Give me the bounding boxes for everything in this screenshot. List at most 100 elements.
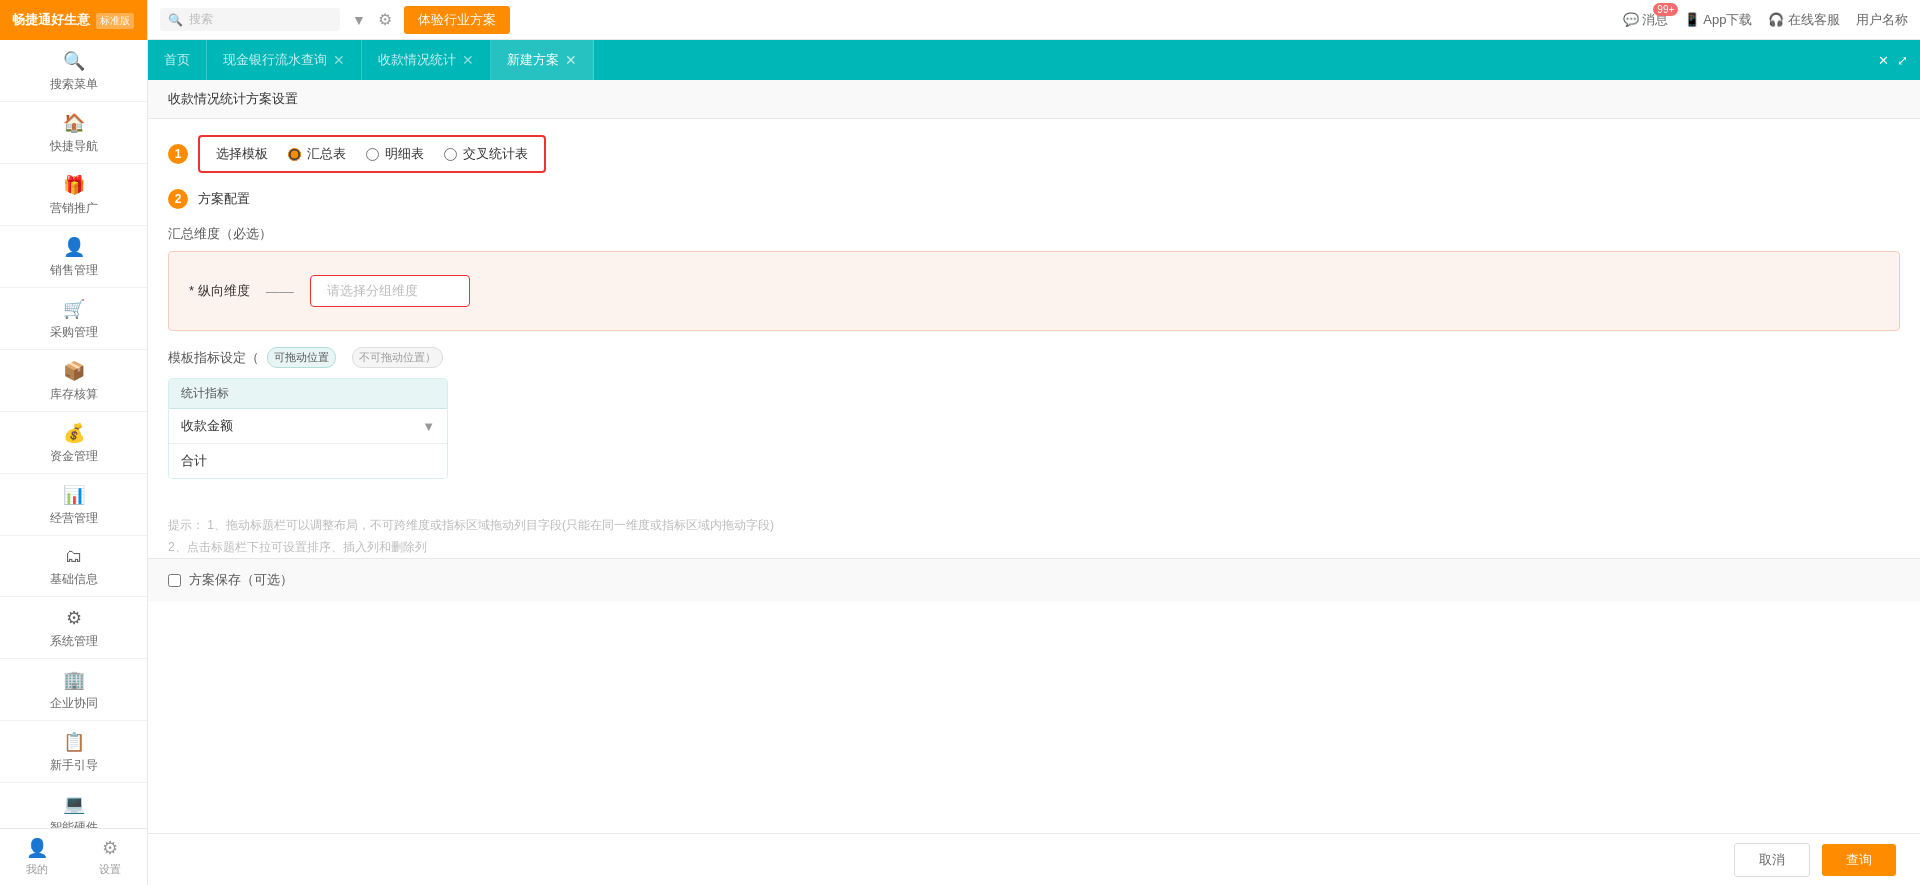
footer-actions: 取消 查询 [148,833,1920,885]
operations-label: 经营管理 [50,510,98,527]
notification-badge[interactable]: 💬 消息 99+ [1623,11,1669,29]
quick-nav-icon: 🏠 [63,112,85,134]
sidebar-item-operations[interactable]: 📊 经营管理 [0,474,147,536]
marketing-icon: 🎁 [63,174,85,196]
trial-button[interactable]: 体验行业方案 [404,6,510,34]
dim-select-box[interactable]: 请选择分组维度 [310,275,470,307]
sidebar-item-inventory[interactable]: 📦 库存核算 [0,350,147,412]
tip2: 2、点击标题栏下拉可设置排序、插入列和删除列 [168,537,1900,559]
metrics-row2-text: 合计 [181,453,207,468]
metrics-row1: 收款金额 ▼ [169,409,447,444]
system-label: 系统管理 [50,633,98,650]
tab-collection-stats-close[interactable]: ✕ [462,52,474,68]
inventory-label: 库存核算 [50,386,98,403]
sidebar-item-enterprise[interactable]: 🏢 企业协同 [0,659,147,721]
edition-badge: 标准版 [96,13,134,29]
sidebar-item-basic[interactable]: 🗂 基础信息 [0,536,147,597]
tab-new-plan-label: 新建方案 [507,51,559,69]
radio-summary-label[interactable]: 汇总表 [307,145,346,163]
config-section: 汇总维度（必选） * 纵向维度 —— 请选择分组维度 模板指标设定（ 可拖动 [168,225,1900,479]
dimension-section-label: 汇总维度（必选） [168,225,1900,243]
metrics-hint-row: 模板指标设定（ 可拖动位置 不可拖动位置） [168,347,1900,368]
newbie-label: 新手引导 [50,757,98,774]
settings-icon[interactable]: ⚙ [378,10,392,29]
hardware-label: 智能硬件 [50,819,98,828]
radio-cross: 交叉统计表 [444,145,528,163]
newbie-icon: 📋 [63,731,85,753]
radio-cross-label[interactable]: 交叉统计表 [463,145,528,163]
query-button[interactable]: 查询 [1822,844,1896,876]
radio-cross-input[interactable] [444,148,457,161]
tab-home[interactable]: 首页 [148,40,207,80]
metrics-table-header: 统计指标 [169,379,447,409]
purchase-label: 采购管理 [50,324,98,341]
metrics-row1-dropdown[interactable]: ▼ [422,419,435,434]
header-right: 💬 消息 99+ 📱 App下载 🎧 在线客服 用户名称 [1623,11,1908,29]
hardware-icon: 💻 [63,793,85,815]
radio-detail-input[interactable] [366,148,379,161]
sidebar-item-newbie[interactable]: 📋 新手引导 [0,721,147,783]
cancel-button[interactable]: 取消 [1734,843,1810,877]
tab-close-all-icon[interactable]: ✕ [1878,53,1889,68]
tab-cashflow-close[interactable]: ✕ [333,52,345,68]
finance-icon: 💰 [63,422,85,444]
metrics-config: 模板指标设定（ 可拖动位置 不可拖动位置） 统计指标 收款金额 ▼ [168,347,1900,479]
enterprise-icon: 🏢 [63,669,85,691]
sidebar-item-finance[interactable]: 💰 资金管理 [0,412,147,474]
save-option: 方案保存（可选） [148,558,1920,601]
step1-badge: 1 [168,144,188,164]
sidebar-item-system[interactable]: ⚙ 系统管理 [0,597,147,659]
radio-detail: 明细表 [366,145,424,163]
metrics-row2: 合计 [169,444,447,478]
radio-detail-label[interactable]: 明细表 [385,145,424,163]
step1-row: 1 选择模板 汇总表 明细表 交叉统计表 [168,135,1900,173]
logo-text: 畅捷通好生意 [12,11,90,29]
tab-new-plan-close[interactable]: ✕ [565,52,577,68]
search-icon: 🔍 [168,13,183,27]
dropdown-icon[interactable]: ▼ [352,12,366,28]
vertical-dim-label: * 纵向维度 [189,282,250,300]
tab-home-label: 首页 [164,51,190,69]
tips-section: 提示： 1、拖动标题栏可以调整布局，不可跨维度或指标区域拖动列目字段(只能在同一… [148,515,1920,558]
step1-label: 选择模板 [216,145,268,163]
sidebar-bottom: 👤 我的 ⚙ 设置 [0,828,147,885]
content-area: 收款情况统计方案设置 1 选择模板 汇总表 明细表 [148,80,1920,833]
sidebar-item-quick-nav[interactable]: 🏠 快捷导航 [0,102,147,164]
sidebar-bottom-btn-left[interactable]: 👤 我的 [26,837,48,877]
radio-summary-input[interactable] [288,148,301,161]
sidebar-logo: 畅捷通好生意 标准版 [0,0,147,40]
sidebar-nav: 🔍 搜索菜单 🏠 快捷导航 🎁 营销推广 👤 销售管理 🛒 采购管理 📦 库存核… [0,40,147,828]
dim-placeholder: 请选择分组维度 [327,283,418,298]
sidebar-bottom-btn-right[interactable]: ⚙ 设置 [99,837,121,877]
metrics-table: 统计指标 收款金额 ▼ 合计 [168,378,448,479]
step2-label: 方案配置 [198,190,250,208]
tip1-text: 1、拖动标题栏可以调整布局，不可跨维度或指标区域拖动列目字段(只能在同一维度或指… [207,518,774,532]
tip1: 提示： 1、拖动标题栏可以调整布局，不可跨维度或指标区域拖动列目字段(只能在同一… [168,515,1900,537]
tab-actions: ✕ ⤢ [1866,40,1920,80]
basic-icon: 🗂 [65,546,83,567]
save-label: 方案保存（可选） [189,571,293,589]
download-icon: 📱 [1684,12,1700,27]
search-bar[interactable]: 🔍 搜索 [160,8,340,31]
radio-summary: 汇总表 [288,145,346,163]
sidebar-item-hardware[interactable]: 💻 智能硬件 [0,783,147,828]
sidebar-item-search[interactable]: 🔍 搜索菜单 [0,40,147,102]
user-name[interactable]: 用户名称 [1856,11,1908,29]
online-service[interactable]: 🎧 在线客服 [1768,11,1840,29]
operations-icon: 📊 [63,484,85,506]
sidebar-item-sales[interactable]: 👤 销售管理 [0,226,147,288]
save-checkbox[interactable] [168,574,181,587]
tab-cashflow[interactable]: 现金银行流水查询 ✕ [207,40,362,80]
basic-label: 基础信息 [50,571,98,588]
marketing-label: 营销推广 [50,200,98,217]
quick-nav-label: 快捷导航 [50,138,98,155]
tab-collection-stats[interactable]: 收款情况统计 ✕ [362,40,491,80]
sidebar-item-purchase[interactable]: 🛒 采购管理 [0,288,147,350]
tab-new-plan[interactable]: 新建方案 ✕ [491,40,594,80]
step2-row: 2 方案配置 [168,189,1900,209]
tab-maximize-icon[interactable]: ⤢ [1897,53,1908,68]
sidebar-item-marketing[interactable]: 🎁 营销推广 [0,164,147,226]
app-download[interactable]: 📱 App下载 [1684,11,1752,29]
dimension-area: * 纵向维度 —— 请选择分组维度 [168,251,1900,331]
tab-cashflow-label: 现金银行流水查询 [223,51,327,69]
